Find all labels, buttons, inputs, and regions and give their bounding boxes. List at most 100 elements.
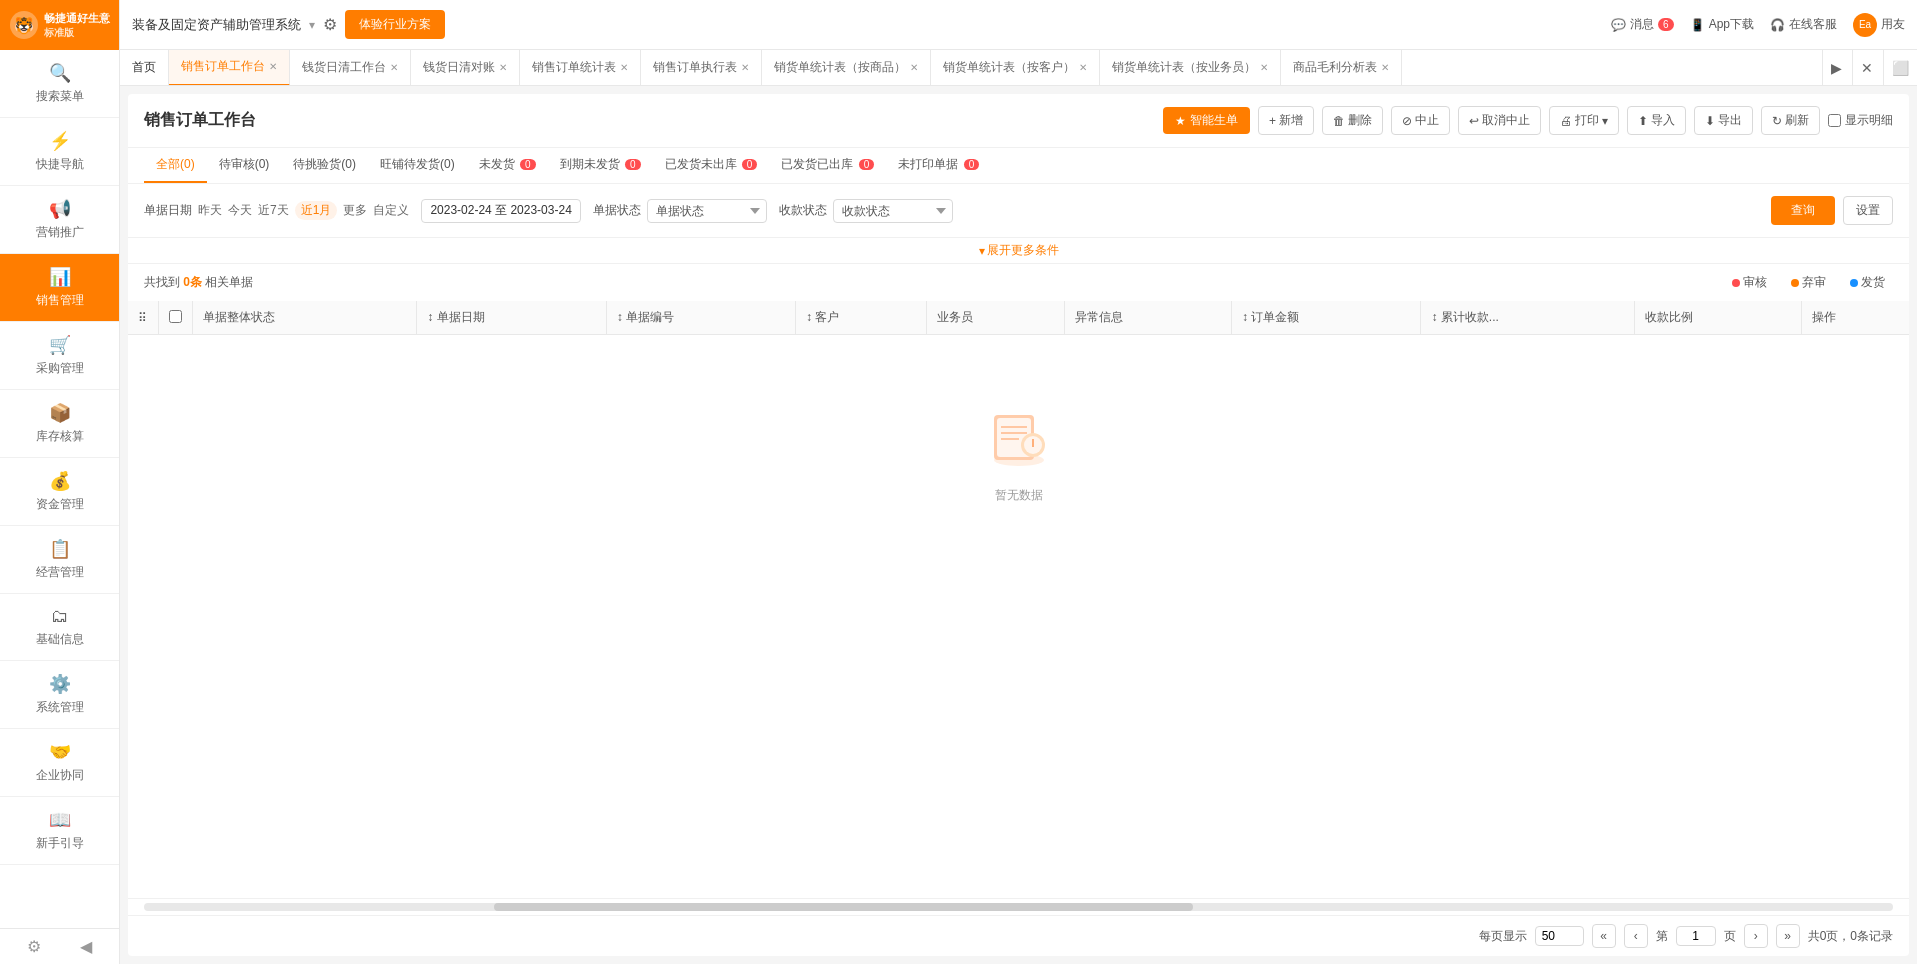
- tab-summary-product-close[interactable]: ✕: [910, 62, 918, 73]
- refresh-button[interactable]: ↻ 刷新: [1761, 106, 1820, 135]
- sidebar-item-finance[interactable]: 💰 资金管理: [0, 458, 119, 526]
- sidebar-item-base[interactable]: 🗂 基础信息: [0, 594, 119, 661]
- cancel-review-btn-label: 弃审: [1802, 274, 1826, 291]
- print-button[interactable]: 🖨 打印 ▾: [1549, 106, 1619, 135]
- select-all-checkbox[interactable]: [169, 310, 182, 323]
- shortcut-7days[interactable]: 近7天: [258, 202, 289, 219]
- smart-create-button[interactable]: ★ 智能生单: [1163, 107, 1250, 134]
- show-detail-checkbox[interactable]: 显示明细: [1828, 112, 1893, 129]
- last-page-button[interactable]: »: [1776, 924, 1800, 948]
- review-action-btn[interactable]: 审核: [1724, 272, 1775, 293]
- date-range-input[interactable]: [421, 199, 581, 223]
- shortcut-1month[interactable]: 近1月: [295, 201, 338, 220]
- tab-summary-staff-close[interactable]: ✕: [1260, 62, 1268, 73]
- shortcut-yesterday[interactable]: 昨天: [198, 202, 222, 219]
- cancel-review-action-btn[interactable]: 弃审: [1783, 272, 1834, 293]
- delete-button[interactable]: 🗑 删除: [1322, 106, 1383, 135]
- search-settings-button[interactable]: 设置: [1843, 196, 1893, 225]
- tab-cash-reconcile-close[interactable]: ✕: [499, 62, 507, 73]
- filter-tab-expired[interactable]: 到期未发货 0: [548, 148, 653, 183]
- col-received[interactable]: ↕ 累计收款...: [1421, 301, 1635, 335]
- topbar-settings-icon[interactable]: ⚙: [323, 15, 337, 34]
- tab-sales-stats-close[interactable]: ✕: [620, 62, 628, 73]
- tab-margin-analysis[interactable]: 商品毛利分析表 ✕: [1281, 50, 1402, 86]
- filter-tab-all[interactable]: 全部(0): [144, 148, 207, 183]
- tab-more-button[interactable]: ▶: [1822, 50, 1850, 86]
- settings-bottom-icon[interactable]: ⚙: [27, 937, 41, 956]
- tab-sales-order[interactable]: 销售订单工作台 ✕: [169, 50, 290, 86]
- filter-tab-pending-inspect[interactable]: 待挑验货(0): [281, 148, 368, 183]
- col-number[interactable]: ↕ 单据编号: [606, 301, 795, 335]
- sidebar-item-search[interactable]: 🔍 搜索菜单: [0, 50, 119, 118]
- page-input[interactable]: [1676, 926, 1716, 946]
- tab-sales-exec[interactable]: 销售订单执行表 ✕: [641, 50, 762, 86]
- tab-sales-stats[interactable]: 销售订单统计表 ✕: [520, 50, 641, 86]
- filter-tab-not-shipped[interactable]: 未发货 0: [467, 148, 548, 183]
- system-dropdown-icon[interactable]: ▾: [309, 18, 315, 32]
- query-button[interactable]: 查询: [1771, 196, 1835, 225]
- online-service-button[interactable]: 🎧 在线客服: [1770, 16, 1837, 33]
- message-label: 消息: [1630, 16, 1654, 33]
- expand-more-button[interactable]: ▾ 展开更多条件: [979, 242, 1059, 259]
- tab-sales-exec-close[interactable]: ✕: [741, 62, 749, 73]
- logo-text: 畅捷通好生意 标准版: [44, 11, 110, 39]
- add-button[interactable]: + 新增: [1258, 106, 1314, 135]
- sidebar-item-operations[interactable]: 📋 经营管理: [0, 526, 119, 594]
- tab-sales-summary-product[interactable]: 销货单统计表（按商品） ✕: [762, 50, 931, 86]
- tab-sales-order-close[interactable]: ✕: [269, 61, 277, 72]
- shortcut-today[interactable]: 今天: [228, 202, 252, 219]
- solution-button[interactable]: 体验行业方案: [345, 10, 445, 39]
- show-detail-input[interactable]: [1828, 114, 1841, 127]
- expand-icon: ▾: [979, 244, 985, 258]
- app-download-button[interactable]: 📱 App下载: [1690, 16, 1754, 33]
- filter-tab-shipped-out[interactable]: 已发货已出库 0: [769, 148, 886, 183]
- sidebar-item-purchase[interactable]: 🛒 采购管理: [0, 322, 119, 390]
- filter-tab-not-printed[interactable]: 未打印单据 0: [886, 148, 991, 183]
- next-page-button[interactable]: ›: [1744, 924, 1768, 948]
- tab-margin-close[interactable]: ✕: [1381, 62, 1389, 73]
- tab-maximize-button[interactable]: ⬜: [1883, 50, 1917, 86]
- shortcut-more[interactable]: 更多: [343, 202, 367, 219]
- prev-page-button[interactable]: ‹: [1624, 924, 1648, 948]
- filter-tab-wangpu[interactable]: 旺铺待发货(0): [368, 148, 467, 183]
- tab-unpin-button[interactable]: ✕: [1852, 50, 1881, 86]
- tab-sales-summary-client[interactable]: 销货单统计表（按客户） ✕: [931, 50, 1100, 86]
- sidebar-item-system[interactable]: ⚙️ 系统管理: [0, 661, 119, 729]
- col-date[interactable]: ↕ 单据日期: [417, 301, 606, 335]
- empty-svg: [979, 395, 1059, 475]
- horizontal-scrollbar[interactable]: [144, 903, 1893, 911]
- sidebar-item-company[interactable]: 🤝 企业协同: [0, 729, 119, 797]
- tab-cash-daily-close[interactable]: ✕: [390, 62, 398, 73]
- tab-home[interactable]: 首页: [120, 50, 169, 86]
- import-button[interactable]: ⬆ 导入: [1627, 106, 1686, 135]
- collapse-icon[interactable]: ◀: [80, 937, 92, 956]
- payment-select[interactable]: 收款状态: [833, 199, 953, 223]
- status-select[interactable]: 单据状态: [647, 199, 767, 223]
- col-staff-label: 业务员: [937, 310, 973, 324]
- tab-summary-client-close[interactable]: ✕: [1079, 62, 1087, 73]
- page-unit: 页: [1724, 928, 1736, 945]
- export-button[interactable]: ⬇ 导出: [1694, 106, 1753, 135]
- sidebar-item-quick-nav[interactable]: ⚡ 快捷导航: [0, 118, 119, 186]
- cancel-stop-button[interactable]: ↩ 取消中止: [1458, 106, 1541, 135]
- col-amount[interactable]: ↕ 订单金额: [1232, 301, 1421, 335]
- tab-cash-reconcile[interactable]: 钱货日清对账 ✕: [411, 50, 520, 86]
- sidebar-item-sales[interactable]: 📊 销售管理: [0, 254, 119, 322]
- tab-cash-daily[interactable]: 钱货日清工作台 ✕: [290, 50, 411, 86]
- page-size-select[interactable]: 50 100 200: [1535, 926, 1584, 946]
- message-button[interactable]: 💬 消息 6: [1611, 16, 1674, 33]
- table-scroll[interactable]: ⠿ 单据整体状态 ↕ 单据日期: [128, 301, 1909, 898]
- col-client[interactable]: ↕ 客户: [796, 301, 927, 335]
- sidebar-item-guide[interactable]: 📖 新手引导: [0, 797, 119, 865]
- ship-action-btn[interactable]: 发货: [1842, 272, 1893, 293]
- filter-tab-shipped-not-out[interactable]: 已发货未出库 0: [653, 148, 770, 183]
- sidebar-item-marketing[interactable]: 📢 营销推广: [0, 186, 119, 254]
- filter-tab-pending-review[interactable]: 待审核(0): [207, 148, 282, 183]
- user-menu[interactable]: Ea 用友: [1853, 13, 1905, 37]
- sidebar-item-inventory[interactable]: 📦 库存核算: [0, 390, 119, 458]
- col-received-label: ↕ 累计收款...: [1431, 310, 1498, 324]
- shortcut-custom[interactable]: 自定义: [373, 202, 409, 219]
- first-page-button[interactable]: «: [1592, 924, 1616, 948]
- tab-sales-summary-staff[interactable]: 销货单统计表（按业务员） ✕: [1100, 50, 1281, 86]
- stop-button[interactable]: ⊘ 中止: [1391, 106, 1450, 135]
